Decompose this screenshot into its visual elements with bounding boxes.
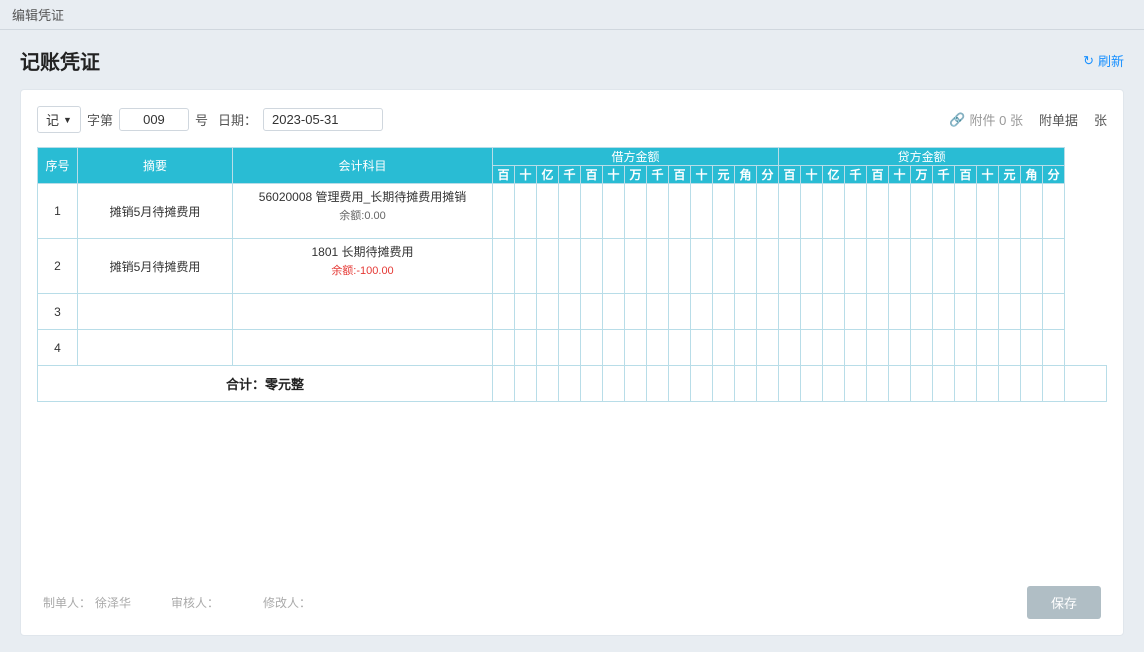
debit-d6: 十 bbox=[603, 166, 625, 184]
row3-seq: 3 bbox=[38, 294, 78, 330]
debit-d1: 百 bbox=[493, 166, 515, 184]
footer-row: 制单人： 徐泽华 审核人： 修改人： 保存 bbox=[37, 576, 1107, 619]
refresh-icon: ↻ bbox=[1083, 53, 1094, 69]
credit-d8: 千 bbox=[933, 166, 955, 184]
date-input[interactable] bbox=[263, 108, 383, 131]
zidi-label: 字第 bbox=[87, 110, 113, 129]
row4-summary[interactable] bbox=[78, 330, 233, 366]
debit-d5: 百 bbox=[581, 166, 603, 184]
row4-seq: 4 bbox=[38, 330, 78, 366]
debit-d11: 元 bbox=[713, 166, 735, 184]
voucher-number-input[interactable] bbox=[119, 108, 189, 131]
row3-summary[interactable] bbox=[78, 294, 233, 330]
debit-d4: 千 bbox=[559, 166, 581, 184]
refresh-label: 刷新 bbox=[1098, 51, 1124, 70]
credit-d4: 千 bbox=[845, 166, 867, 184]
debit-d8: 千 bbox=[647, 166, 669, 184]
row2-account[interactable]: 1801 长期待摊费用 余额:-100.00 bbox=[233, 239, 493, 294]
credit-d12: 角 bbox=[1021, 166, 1043, 184]
debit-d3: 亿 bbox=[537, 166, 559, 184]
date-label: 日期： bbox=[218, 110, 257, 129]
th-debit: 借方金额 bbox=[493, 148, 779, 166]
header-right: 🔗 附件 0 张 附单据 张 bbox=[949, 110, 1107, 129]
reviewer-field: 审核人： bbox=[171, 594, 223, 611]
row1-account[interactable]: 56020008 管理费用_长期待摊费用摊销 余额:0.00 bbox=[233, 184, 493, 239]
debit-d10: 十 bbox=[691, 166, 713, 184]
date-group: 日期： bbox=[218, 108, 383, 131]
voucher-table: 序号 摘要 会计科目 借方金额 贷方金额 百 十 亿 千 百 bbox=[37, 147, 1107, 402]
row1-summary[interactable]: 摊销5月待摊费用 bbox=[78, 184, 233, 239]
table-container: 序号 摘要 会计科目 借方金额 贷方金额 百 十 亿 千 百 bbox=[37, 147, 1107, 576]
page-title: 记账凭证 bbox=[20, 46, 100, 75]
maker-label: 制单人： bbox=[43, 594, 91, 611]
credit-d11: 元 bbox=[999, 166, 1021, 184]
voucher-card: 记 ▼ 字第 号 日期： 🔗 附件 0 张 附单据 bbox=[20, 89, 1124, 636]
table-row: 1 摊销5月待摊费用 56020008 管理费用_长期待摊费用摊销 余额:0.0… bbox=[38, 184, 1107, 239]
total-label: 合计：零元整 bbox=[38, 366, 493, 402]
maker-name: 徐泽华 bbox=[95, 594, 131, 611]
row1-credit-1[interactable] bbox=[779, 184, 801, 239]
window-title: 编辑凭证 bbox=[12, 5, 64, 24]
attachment-icon: 🔗 bbox=[949, 112, 965, 128]
debit-d9: 百 bbox=[669, 166, 691, 184]
credit-d5: 百 bbox=[867, 166, 889, 184]
page-header: 记账凭证 ↻ 刷新 bbox=[20, 46, 1124, 75]
refresh-button[interactable]: ↻ 刷新 bbox=[1083, 51, 1124, 70]
table-row: 4 bbox=[38, 330, 1107, 366]
row2-seq: 2 bbox=[38, 239, 78, 294]
total-row: 合计：零元整 bbox=[38, 366, 1107, 402]
title-bar: 编辑凭证 bbox=[0, 0, 1144, 30]
th-seq: 序号 bbox=[38, 148, 78, 184]
debit-d12: 角 bbox=[735, 166, 757, 184]
credit-d1: 百 bbox=[779, 166, 801, 184]
debit-d13: 分 bbox=[757, 166, 779, 184]
row1-seq: 1 bbox=[38, 184, 78, 239]
th-credit: 贷方金额 bbox=[779, 148, 1065, 166]
attachment-label: 附件 0 张 bbox=[970, 110, 1023, 129]
row2-debit-1[interactable] bbox=[493, 239, 515, 294]
credit-d9: 百 bbox=[955, 166, 977, 184]
credit-d6: 十 bbox=[889, 166, 911, 184]
zhang-label: 张 bbox=[1094, 110, 1107, 129]
credit-d2: 十 bbox=[801, 166, 823, 184]
th-account: 会计科目 bbox=[233, 148, 493, 184]
modifier-label: 修改人： bbox=[263, 594, 311, 611]
th-summary: 摘要 bbox=[78, 148, 233, 184]
credit-d13: 分 bbox=[1043, 166, 1065, 184]
maker-field: 制单人： 徐泽华 bbox=[43, 594, 131, 611]
window: 编辑凭证 记账凭证 ↻ 刷新 记 ▼ 字第 号 bbox=[0, 0, 1144, 652]
row2-summary[interactable]: 摊销5月待摊费用 bbox=[78, 239, 233, 294]
row2-credit-1[interactable] bbox=[779, 239, 801, 294]
row1-debit-1[interactable] bbox=[493, 184, 515, 239]
table-row: 2 摊销5月待摊费用 1801 长期待摊费用 余额:-100.00 bbox=[38, 239, 1107, 294]
prefix-group: 记 ▼ 字第 号 bbox=[37, 106, 208, 133]
attach-single-button[interactable]: 附单据 bbox=[1039, 110, 1078, 129]
main-content: 记账凭证 ↻ 刷新 记 ▼ 字第 号 日期： bbox=[0, 30, 1144, 652]
prefix-label: 记 bbox=[46, 110, 59, 129]
voucher-header: 记 ▼ 字第 号 日期： 🔗 附件 0 张 附单据 bbox=[37, 106, 1107, 133]
reviewer-label: 审核人： bbox=[171, 594, 219, 611]
credit-d7: 万 bbox=[911, 166, 933, 184]
row3-account[interactable] bbox=[233, 294, 493, 330]
row4-account[interactable] bbox=[233, 330, 493, 366]
prefix-dropdown[interactable]: 记 ▼ bbox=[37, 106, 81, 133]
table-row: 3 bbox=[38, 294, 1107, 330]
credit-d3: 亿 bbox=[823, 166, 845, 184]
attachment-link[interactable]: 🔗 附件 0 张 bbox=[949, 110, 1023, 129]
hao-label: 号 bbox=[195, 110, 208, 129]
dropdown-arrow-icon: ▼ bbox=[63, 115, 72, 125]
debit-d7: 万 bbox=[625, 166, 647, 184]
save-button[interactable]: 保存 bbox=[1027, 586, 1101, 619]
credit-d10: 十 bbox=[977, 166, 999, 184]
debit-d2: 十 bbox=[515, 166, 537, 184]
modifier-field: 修改人： bbox=[263, 594, 315, 611]
